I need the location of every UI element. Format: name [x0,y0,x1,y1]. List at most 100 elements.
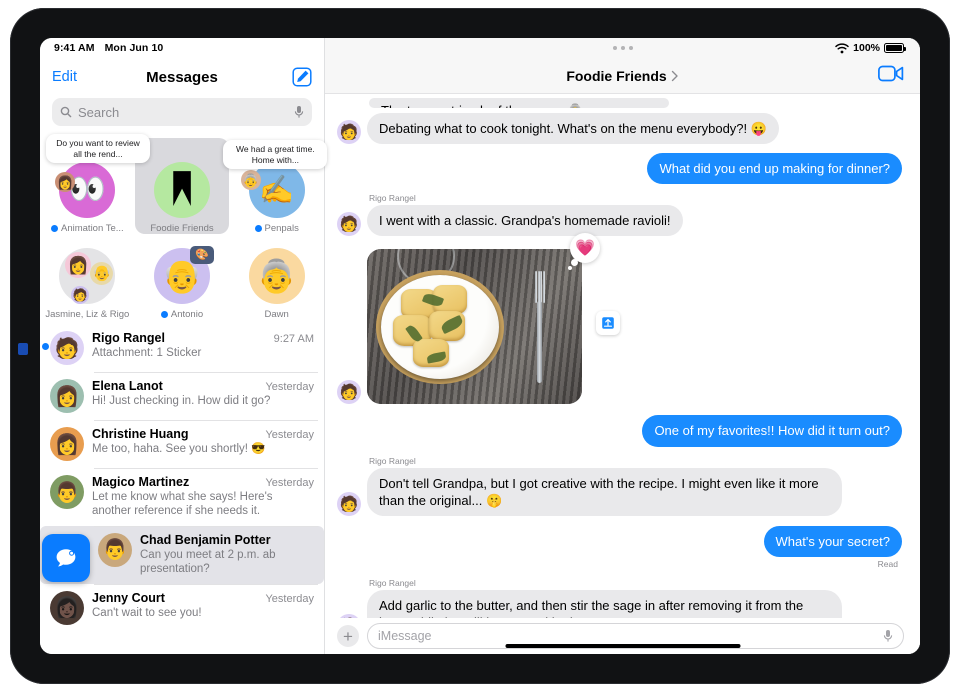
conversation-list: 🧑 Rigo Rangel 9:27 AM Attachment: 1 Stic… [40,324,324,654]
chevron-right-icon [671,70,678,81]
message-bubble[interactable]: One of my favorites!! How did it turn ou… [642,415,907,447]
photo-attachment-wrapper[interactable]: 💗 [367,233,620,405]
pinned-avatar: 👩 👴 🧑 [59,248,116,304]
conversation-header-row: Rigo Rangel 9:27 AM [92,331,314,345]
message-bubble[interactable]: What did you end up making for dinner? [647,153,907,185]
pinned-avatar: ✍️ 👵 [240,162,305,218]
conversation-title: Foodie Friends [566,67,667,84]
message-bubble-clipped[interactable]: The true matriarch of the group. 👵 [369,98,669,108]
search-placeholder: Search [78,104,120,120]
imessage-placeholder: iMessage [378,629,432,643]
video-camera-icon[interactable] [878,65,904,87]
status-bar-left: 9:41 AM Mon Jun 10 [40,38,324,58]
pinned-penpals[interactable]: We had a great time. Home with... ✍️ 👵 P… [223,138,328,234]
avatar: 👩 [50,379,84,413]
pinned-antonio[interactable]: 👴 🎨 Antonio [135,242,230,320]
conversation-preview: Can't wait to see you! [92,606,202,619]
pinned-dawn[interactable]: 👵 Dawn [229,242,324,320]
unread-dot [42,343,49,350]
home-indicator[interactable] [505,644,740,648]
pinned-label-row: Penpals [254,223,299,234]
unread-dot [51,225,58,232]
pinned-label: Antonio [170,309,204,320]
pinned-label-row: Antonio [160,309,204,320]
message-row-outgoing: What did you end up making for dinner? [337,153,907,185]
search-container: Search [40,96,324,134]
messages-app-icon[interactable] [42,533,90,582]
search-input[interactable]: Search [52,98,312,126]
avatar: 👩🏿 [50,590,84,625]
conversation-row-magico-martinez[interactable]: 👨 Magico Martinez Yesterday Let me know … [40,468,324,526]
sender-name: Rigo Rangel [369,578,416,589]
message-bubble[interactable]: Debating what to cook tonight. What's on… [362,113,779,145]
multitasking-dots[interactable] [325,46,920,50]
edit-button[interactable]: Edit [52,69,77,85]
message-bubble[interactable]: Don't tell Grandpa, but I got creative w… [362,467,842,517]
add-attachment-button[interactable]: + [337,625,359,647]
microphone-icon[interactable] [294,105,304,119]
unread-dot [160,311,168,318]
message-thread[interactable]: The true matriarch of the group. 👵 🧑 Deb… [325,94,920,618]
conversation-timestamp: Yesterday [265,477,314,489]
conversation-timestamp: Yesterday [265,429,314,441]
pinned-label: Animation Te... [61,223,124,234]
message-bubble[interactable]: I went with a classic. Grandpa's homemad… [362,205,683,237]
messages-sidebar: 9:41 AM Mon Jun 10 Edit Messages Search … [40,38,328,654]
pinned-conversations: Do you want to review all the rend... 👀 … [40,134,328,324]
pinned-jasmine-liz-rigo[interactable]: 👩 👴 🧑 Jasmine, Liz & Rigo [40,242,135,320]
conversation-name: Elena Lanot [92,379,163,393]
compose-icon[interactable] [292,67,312,87]
group-member-avatar: 👩 [65,252,92,278]
conversation-timestamp: 9:27 AM [273,333,314,345]
message-row-photo: 🧑 💗 [337,233,902,405]
ipad-screen: 9:41 AM Mon Jun 10 Edit Messages Search … [40,38,920,654]
unread-dot [254,225,262,232]
pinned-label: Dawn [264,309,289,320]
message-bubble[interactable]: Add garlic to the butter, and then stir … [367,590,842,618]
pin-preview-bubble: Do you want to review all the rend... [46,134,150,164]
message-composer: + iMessage [325,618,920,654]
status-time: 9:41 AM [54,42,95,54]
pinned-animation-team[interactable]: Do you want to review all the rend... 👀 … [40,134,150,234]
read-receipt: Read [877,559,898,570]
conversation-content: Jenny Court Yesterday Can't wait to see … [92,591,314,620]
conversation-timestamp: Yesterday [265,381,314,393]
conversation-header-row: Magico Martinez Yesterday [92,475,314,489]
conversation-preview: Hi! Just checking in. How did it go? [92,395,271,407]
avatar: 🧑 [337,212,361,237]
conversation-row-elena-lanot[interactable]: 👩 Elena Lanot Yesterday Hi! Just checkin… [40,372,324,420]
pinned-label-row: Dawn [265,309,289,320]
conversation-content: Magico Martinez Yesterday Let me know wh… [92,475,314,519]
avatar: 👨 [98,532,132,567]
conversation-content: Rigo Rangel 9:27 AM Attachment: 1 Sticke… [92,331,314,360]
conversation-preview: Attachment: 1 Sticker [92,347,202,359]
conversation-row-rigo-rangel[interactable]: 🧑 Rigo Rangel 9:27 AM Attachment: 1 Stic… [40,324,324,372]
conversation-row-christine-huang[interactable]: 👩 Christine Huang Yesterday Me too, haha… [40,420,324,468]
conversation-name: Christine Huang [92,427,189,441]
battery-icon [884,43,906,53]
conversation-header-row: Chad Benjamin Potter [140,533,314,547]
conversation-timestamp: Yesterday [265,592,314,605]
pinned-label: Foodie Friends [150,223,214,234]
conversation-row-chad-benjamin-potter[interactable]: 👨 Chad Benjamin Potter Can you meet at 2… [40,525,324,584]
pinned-avatar: 👀 👩 [55,162,116,218]
group-member-avatar: 🧑 [71,286,90,304]
conversation-name: Chad Benjamin Potter [140,532,271,547]
conversation-row-jenny-court[interactable]: 👩🏿 Jenny Court Yesterday Can't wait to s… [40,583,324,632]
pinned-label-row: Animation Te... [51,223,124,234]
conversation-title-group[interactable]: Foodie Friends [325,68,920,84]
message-row-outgoing: One of my favorites!! How did it turn ou… [337,415,907,447]
heart-reaction-icon[interactable]: 💗 [568,233,600,271]
conversation-name: Magico Martinez [92,475,190,489]
conversation-header-row: Elena Lanot Yesterday [92,379,314,393]
message-row-outgoing: What's your secret? [337,525,908,558]
microphone-icon[interactable] [883,629,893,643]
ipad-device-frame: 9:41 AM Mon Jun 10 Edit Messages Search … [10,8,950,684]
message-bubble[interactable]: What's your secret? [763,525,908,558]
message-row-incoming: 🧑 Debating what to cook tonight. What's … [337,113,902,145]
photo-attachment[interactable] [367,249,582,405]
conversation-preview: Me too, haha. See you shortly! 😎 [92,443,266,455]
save-to-photos-icon[interactable] [596,311,620,336]
conversation-pane: 100% Foodie Friends 🧑 Debating what to c… [325,38,920,654]
sender-name: Rigo Rangel [369,455,416,466]
